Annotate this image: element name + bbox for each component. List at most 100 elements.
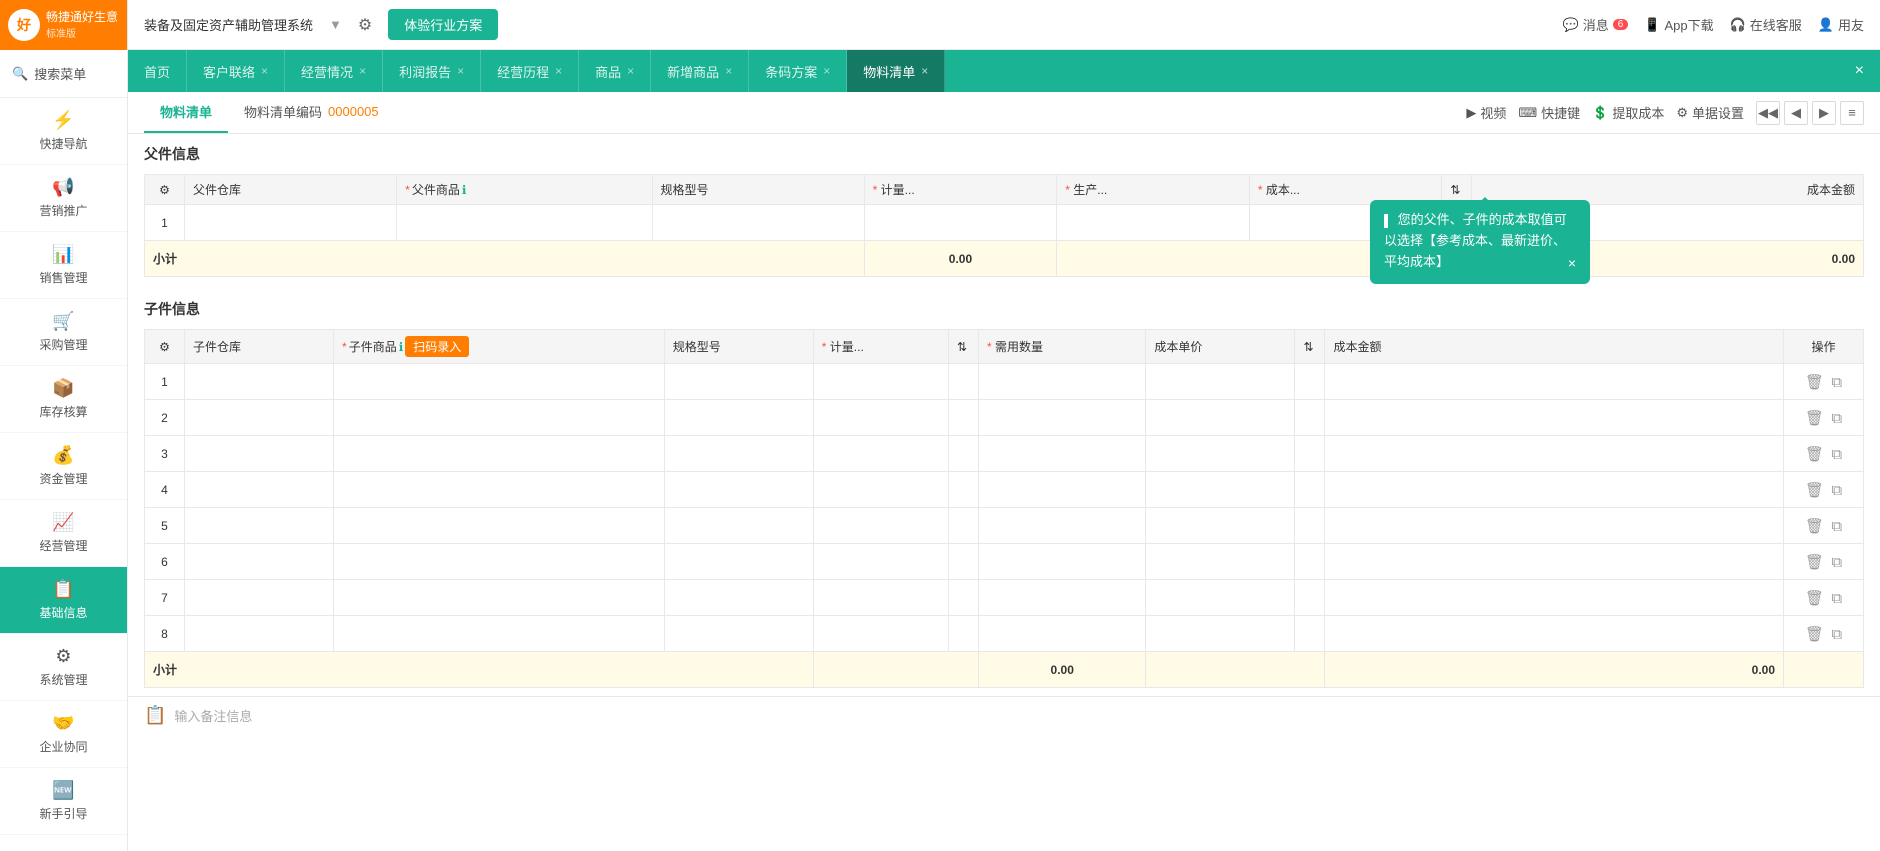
copy-icon-row1[interactable]: ⧉ bbox=[1831, 374, 1842, 391]
child-col-sort2[interactable]: ⇅ bbox=[1295, 330, 1325, 364]
child-row-3-spec[interactable] bbox=[664, 436, 813, 472]
copy-icon-row3[interactable]: ⧉ bbox=[1831, 446, 1842, 463]
copy-icon-row8[interactable]: ⧉ bbox=[1831, 626, 1842, 643]
user-menu-button[interactable]: 👤 用友 bbox=[1818, 15, 1864, 34]
child-row-1-unit-cost[interactable] bbox=[1146, 364, 1295, 400]
child-row-1-warehouse[interactable] bbox=[185, 364, 334, 400]
child-row-7-warehouse[interactable] bbox=[185, 580, 334, 616]
child-row-7-unit[interactable] bbox=[813, 580, 948, 616]
copy-icon-row4[interactable]: ⧉ bbox=[1831, 482, 1842, 499]
child-row-7-spec[interactable] bbox=[664, 580, 813, 616]
child-row-4-unit-cost[interactable] bbox=[1146, 472, 1295, 508]
child-row-6-unit-cost[interactable] bbox=[1146, 544, 1295, 580]
child-row-6-qty[interactable] bbox=[979, 544, 1146, 580]
settings-gear-icon[interactable]: ⚙ bbox=[358, 15, 372, 35]
sidebar-item-purchase[interactable]: 🛒 采购管理 bbox=[0, 299, 127, 366]
delete-icon-row3[interactable]: 🗑 bbox=[1805, 446, 1824, 463]
sidebar-item-marketing[interactable]: 📢 营销推广 bbox=[0, 165, 127, 232]
sub-tab-bom-list[interactable]: 物料清单 bbox=[144, 92, 228, 133]
tab-biz-history-close[interactable]: × bbox=[555, 64, 562, 78]
child-row-6-spec[interactable] bbox=[664, 544, 813, 580]
note-hint[interactable]: 输入备注信息 bbox=[174, 706, 252, 725]
child-row-8-unit[interactable] bbox=[813, 616, 948, 652]
child-row-1-unit[interactable] bbox=[813, 364, 948, 400]
sidebar-item-operation[interactable]: 📈 经营管理 bbox=[0, 500, 127, 567]
child-row-2-qty[interactable] bbox=[979, 400, 1146, 436]
tab-operation-status-close[interactable]: × bbox=[359, 64, 366, 78]
child-row-7-goods[interactable] bbox=[334, 580, 665, 616]
delete-icon-row4[interactable]: 🗑 bbox=[1805, 482, 1824, 499]
nav-prev-button[interactable]: ◀ bbox=[1784, 101, 1808, 125]
sidebar-item-system[interactable]: ⚙ 系统管理 bbox=[0, 634, 127, 701]
single-settings-button[interactable]: ⚙ 单据设置 bbox=[1676, 103, 1744, 122]
sidebar-item-enterprise[interactable]: 🤝 企业协同 bbox=[0, 701, 127, 768]
parent-row-1-goods[interactable] bbox=[397, 205, 652, 241]
tab-customer[interactable]: 客户联络 × bbox=[187, 50, 285, 92]
tab-customer-close[interactable]: × bbox=[261, 64, 268, 78]
tab-overflow-close[interactable]: × bbox=[1847, 62, 1872, 80]
child-row-2-spec[interactable] bbox=[664, 400, 813, 436]
online-support-button[interactable]: 🎧 在线客服 bbox=[1730, 15, 1802, 34]
tab-profit[interactable]: 利润报告 × bbox=[383, 50, 481, 92]
copy-icon-row5[interactable]: ⧉ bbox=[1831, 518, 1842, 535]
sidebar-item-quick-nav[interactable]: ⚡ 快捷导航 bbox=[0, 98, 127, 165]
child-goods-info-icon[interactable]: ℹ bbox=[399, 340, 404, 354]
delete-icon-row2[interactable]: 🗑 bbox=[1805, 410, 1824, 427]
child-row-4-qty[interactable] bbox=[979, 472, 1146, 508]
child-row-7-qty[interactable] bbox=[979, 580, 1146, 616]
copy-icon-row2[interactable]: ⧉ bbox=[1831, 410, 1842, 427]
tab-barcode-close[interactable]: × bbox=[823, 64, 830, 78]
parent-row-1-warehouse[interactable] bbox=[185, 205, 397, 241]
child-row-1-qty[interactable] bbox=[979, 364, 1146, 400]
child-col-settings[interactable]: ⚙ bbox=[145, 330, 185, 364]
shortcut-button[interactable]: ⌨ 快捷键 bbox=[1518, 103, 1580, 122]
copy-icon-row7[interactable]: ⧉ bbox=[1831, 590, 1842, 607]
app-download-button[interactable]: 📱 App下载 bbox=[1644, 15, 1713, 34]
dropdown-arrow[interactable]: ▼ bbox=[329, 17, 342, 32]
child-row-5-unit[interactable] bbox=[813, 508, 948, 544]
delete-icon-row6[interactable]: 🗑 bbox=[1805, 554, 1824, 571]
sidebar-item-sales[interactable]: 📊 销售管理 bbox=[0, 232, 127, 299]
child-row-2-warehouse[interactable] bbox=[185, 400, 334, 436]
child-row-5-spec[interactable] bbox=[664, 508, 813, 544]
tab-bom[interactable]: 物料清单 × bbox=[847, 50, 945, 92]
nav-first-button[interactable]: ◀◀ bbox=[1756, 101, 1780, 125]
child-row-5-warehouse[interactable] bbox=[185, 508, 334, 544]
tab-biz-history[interactable]: 经营历程 × bbox=[481, 50, 579, 92]
sidebar-item-basic-info[interactable]: 📋 基础信息 bbox=[0, 567, 127, 634]
tab-bom-close[interactable]: × bbox=[921, 64, 928, 78]
sidebar-item-inventory[interactable]: 📦 库存核算 bbox=[0, 366, 127, 433]
tab-goods-close[interactable]: × bbox=[627, 64, 634, 78]
video-button[interactable]: ▶ 视频 bbox=[1466, 103, 1506, 122]
child-row-8-unit-cost[interactable] bbox=[1146, 616, 1295, 652]
delete-icon-row7[interactable]: 🗑 bbox=[1805, 590, 1824, 607]
parent-col-settings[interactable]: ⚙ bbox=[145, 175, 185, 205]
child-row-3-warehouse[interactable] bbox=[185, 436, 334, 472]
message-button[interactable]: 💬 消息 6 bbox=[1563, 15, 1629, 34]
delete-icon-row1[interactable]: 🗑 bbox=[1805, 374, 1824, 391]
child-row-4-spec[interactable] bbox=[664, 472, 813, 508]
child-row-7-unit-cost[interactable] bbox=[1146, 580, 1295, 616]
child-row-3-unit-cost[interactable] bbox=[1146, 436, 1295, 472]
scan-input-button[interactable]: 扫码录入 bbox=[405, 336, 469, 357]
tab-new-goods-close[interactable]: × bbox=[725, 64, 732, 78]
child-row-6-goods[interactable] bbox=[334, 544, 665, 580]
child-row-6-warehouse[interactable] bbox=[185, 544, 334, 580]
parent-row-1-spec[interactable] bbox=[652, 205, 864, 241]
child-row-1-goods[interactable] bbox=[334, 364, 665, 400]
tooltip-close-button[interactable]: × bbox=[1568, 252, 1576, 274]
child-row-4-goods[interactable] bbox=[334, 472, 665, 508]
child-row-8-warehouse[interactable] bbox=[185, 616, 334, 652]
child-row-3-unit[interactable] bbox=[813, 436, 948, 472]
child-row-2-goods[interactable] bbox=[334, 400, 665, 436]
tab-barcode[interactable]: 条码方案 × bbox=[749, 50, 847, 92]
sidebar-item-finance[interactable]: 💰 资金管理 bbox=[0, 433, 127, 500]
child-row-2-unit[interactable] bbox=[813, 400, 948, 436]
child-row-8-qty[interactable] bbox=[979, 616, 1146, 652]
parent-goods-info-icon[interactable]: ℹ bbox=[462, 183, 467, 197]
tab-operation-status[interactable]: 经营情况 × bbox=[285, 50, 383, 92]
search-menu-button[interactable]: 🔍 搜索菜单 bbox=[8, 58, 119, 89]
child-row-6-unit[interactable] bbox=[813, 544, 948, 580]
child-row-4-unit[interactable] bbox=[813, 472, 948, 508]
tab-home[interactable]: 首页 bbox=[128, 50, 187, 92]
